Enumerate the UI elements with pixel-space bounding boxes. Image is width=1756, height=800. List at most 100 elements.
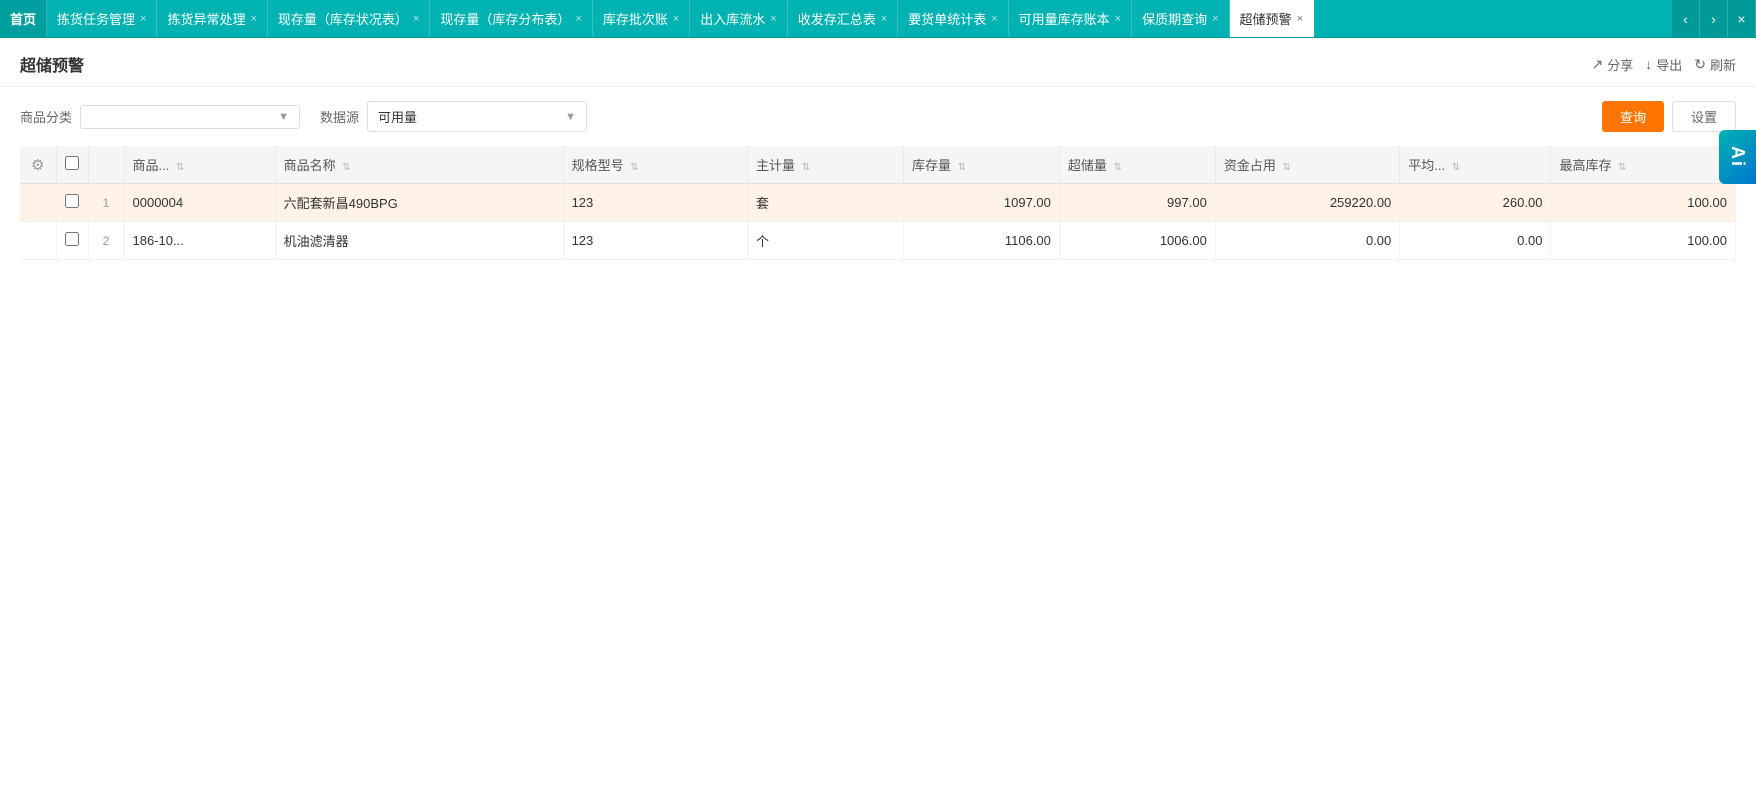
set-button[interactable]: 设置: [1672, 101, 1736, 132]
th-spec[interactable]: 规格型号 ⇅: [563, 146, 747, 184]
sort-product-name-icon[interactable]: ⇅: [342, 162, 350, 173]
row-over-qty-0: 997.00: [1059, 184, 1215, 222]
th-product-code-label: 商品...: [133, 158, 170, 173]
header-actions: ↗ 分享 ↓ 导出 ↻ 刷新: [1591, 55, 1736, 74]
row-product-code-1: 186-10...: [124, 222, 275, 260]
nav-arrow-right[interactable]: ›: [1700, 0, 1728, 37]
nav-expiry-query[interactable]: 保质期查询 ×: [1132, 0, 1229, 37]
nav-pick-task[interactable]: 拣货任务管理 ×: [47, 0, 157, 37]
nav-avail-ledger-label: 可用量库存账本: [1019, 9, 1110, 28]
nav-pick-task-close[interactable]: ×: [140, 13, 146, 25]
query-button[interactable]: 查询: [1602, 101, 1664, 132]
filter-datasource-label: 数据源: [320, 107, 359, 126]
th-over-qty-label: 超储量: [1068, 158, 1107, 173]
table-row: 2 186-10... 机油滤清器 123 个 1106.00 1006.00 …: [20, 222, 1736, 260]
refresh-button[interactable]: ↻ 刷新: [1694, 55, 1736, 74]
nav-arrow-close[interactable]: ×: [1728, 0, 1756, 37]
th-unit[interactable]: 主计量 ⇅: [748, 146, 904, 184]
nav-inout-flow[interactable]: 出入库流水 ×: [690, 0, 787, 37]
sort-unit-icon[interactable]: ⇅: [802, 162, 810, 173]
nav-stock-status[interactable]: 现存量（库存状况表） ×: [268, 0, 430, 37]
sort-product-code-icon[interactable]: ⇅: [176, 162, 184, 173]
refresh-icon: ↻: [1694, 56, 1706, 73]
nav-stock-dist[interactable]: 现存量（库存分布表） ×: [430, 0, 592, 37]
nav-stock-dist-close[interactable]: ×: [575, 13, 581, 25]
nav-stock-status-close[interactable]: ×: [413, 13, 419, 25]
sort-capital-icon[interactable]: ⇅: [1282, 162, 1290, 173]
filter-category-select[interactable]: ▼: [80, 105, 300, 129]
nav-arrow-group: ‹ › ×: [1672, 0, 1756, 37]
row-checkbox-1[interactable]: [56, 222, 88, 260]
th-product-name[interactable]: 商品名称 ⇅: [275, 146, 563, 184]
export-label: 导出: [1656, 55, 1682, 74]
row-unit-1: 个: [748, 222, 904, 260]
settings-gear-icon[interactable]: ⚙: [31, 157, 44, 174]
table-header-row: ⚙ 商品... ⇅ 商品名称 ⇅ 规格型号: [20, 146, 1736, 184]
nav-pick-exception[interactable]: 拣货异常处理 ×: [157, 0, 267, 37]
share-button[interactable]: ↗ 分享: [1591, 55, 1633, 74]
nav-over-stock[interactable]: 超储预警 ×: [1230, 0, 1314, 37]
filter-category-arrow: ▼: [278, 111, 289, 123]
filter-buttons: 查询 设置: [1602, 101, 1736, 132]
nav-inout-flow-label: 出入库流水: [700, 9, 765, 28]
nav-order-stats[interactable]: 要货单统计表 ×: [898, 0, 1008, 37]
nav-avail-ledger-close[interactable]: ×: [1115, 13, 1121, 25]
ai-badge[interactable]: Ai: [1719, 130, 1756, 184]
row-unit-0: 套: [748, 184, 904, 222]
table-container: ⚙ 商品... ⇅ 商品名称 ⇅ 规格型号: [0, 146, 1756, 260]
nav-expiry-query-close[interactable]: ×: [1212, 13, 1218, 25]
th-capital-label: 资金占用: [1224, 158, 1276, 173]
th-max-stock-label: 最高库存: [1559, 158, 1611, 173]
nav-over-stock-close[interactable]: ×: [1297, 13, 1303, 25]
table-body: 1 0000004 六配套新昌490BPG 123 套 1097.00 997.…: [20, 184, 1736, 260]
nav-home[interactable]: 首页: [0, 0, 47, 37]
row-select-1[interactable]: [65, 232, 79, 246]
filter-datasource-select[interactable]: 可用量 ▼: [367, 101, 587, 132]
page-header: 超储预警 ↗ 分享 ↓ 导出 ↻ 刷新: [0, 38, 1756, 87]
nav-pick-exception-close[interactable]: ×: [250, 13, 256, 25]
sort-stock-qty-icon[interactable]: ⇅: [958, 162, 966, 173]
main-content: 超储预警 ↗ 分享 ↓ 导出 ↻ 刷新 商品分类 ▼ 数据源: [0, 38, 1756, 800]
sort-spec-icon[interactable]: ⇅: [630, 162, 638, 173]
nav-arrow-left[interactable]: ‹: [1672, 0, 1700, 37]
th-max-stock[interactable]: 最高库存 ⇅: [1551, 146, 1736, 184]
nav-over-stock-label: 超储预警: [1240, 9, 1292, 28]
filter-datasource-group: 数据源 可用量 ▼: [320, 101, 587, 132]
th-capital[interactable]: 资金占用 ⇅: [1215, 146, 1399, 184]
th-avg[interactable]: 平均... ⇅: [1400, 146, 1551, 184]
row-capital-0: 259220.00: [1215, 184, 1399, 222]
row-num-1: 2: [88, 222, 124, 260]
sort-max-stock-icon[interactable]: ⇅: [1618, 162, 1626, 173]
nav-expiry-query-label: 保质期查询: [1142, 9, 1207, 28]
nav-stock-status-label: 现存量（库存状况表）: [278, 9, 408, 28]
row-max-stock-0: 100.00: [1551, 184, 1736, 222]
th-spec-label: 规格型号: [572, 158, 624, 173]
th-product-code[interactable]: 商品... ⇅: [124, 146, 275, 184]
sort-over-qty-icon[interactable]: ⇅: [1114, 162, 1122, 173]
th-product-name-label: 商品名称: [284, 158, 336, 173]
th-over-qty[interactable]: 超储量 ⇅: [1059, 146, 1215, 184]
nav-recv-summary-close[interactable]: ×: [881, 13, 887, 25]
th-num: [88, 146, 124, 184]
nav-stock-dist-label: 现存量（库存分布表）: [440, 9, 570, 28]
row-spec-1: 123: [563, 222, 747, 260]
nav-stock-batch-label: 库存批次账: [603, 9, 668, 28]
nav-pick-exception-label: 拣货异常处理: [167, 9, 245, 28]
nav-stock-batch[interactable]: 库存批次账 ×: [593, 0, 690, 37]
sort-avg-icon[interactable]: ⇅: [1452, 162, 1460, 173]
th-stock-qty[interactable]: 库存量 ⇅: [903, 146, 1059, 184]
nav-avail-ledger[interactable]: 可用量库存账本 ×: [1009, 0, 1132, 37]
export-button[interactable]: ↓ 导出: [1645, 55, 1682, 74]
nav-order-stats-close[interactable]: ×: [991, 13, 997, 25]
nav-stock-batch-close[interactable]: ×: [673, 13, 679, 25]
nav-inout-flow-close[interactable]: ×: [770, 13, 776, 25]
select-all-checkbox[interactable]: [65, 156, 79, 170]
row-avg-0: 260.00: [1400, 184, 1551, 222]
filter-datasource-arrow: ▼: [565, 111, 576, 123]
page-title: 超储预警: [20, 52, 84, 76]
row-checkbox-0[interactable]: [56, 184, 88, 222]
nav-recv-summary[interactable]: 收发存汇总表 ×: [788, 0, 898, 37]
export-icon: ↓: [1645, 56, 1652, 72]
table-row: 1 0000004 六配套新昌490BPG 123 套 1097.00 997.…: [20, 184, 1736, 222]
row-select-0[interactable]: [65, 194, 79, 208]
